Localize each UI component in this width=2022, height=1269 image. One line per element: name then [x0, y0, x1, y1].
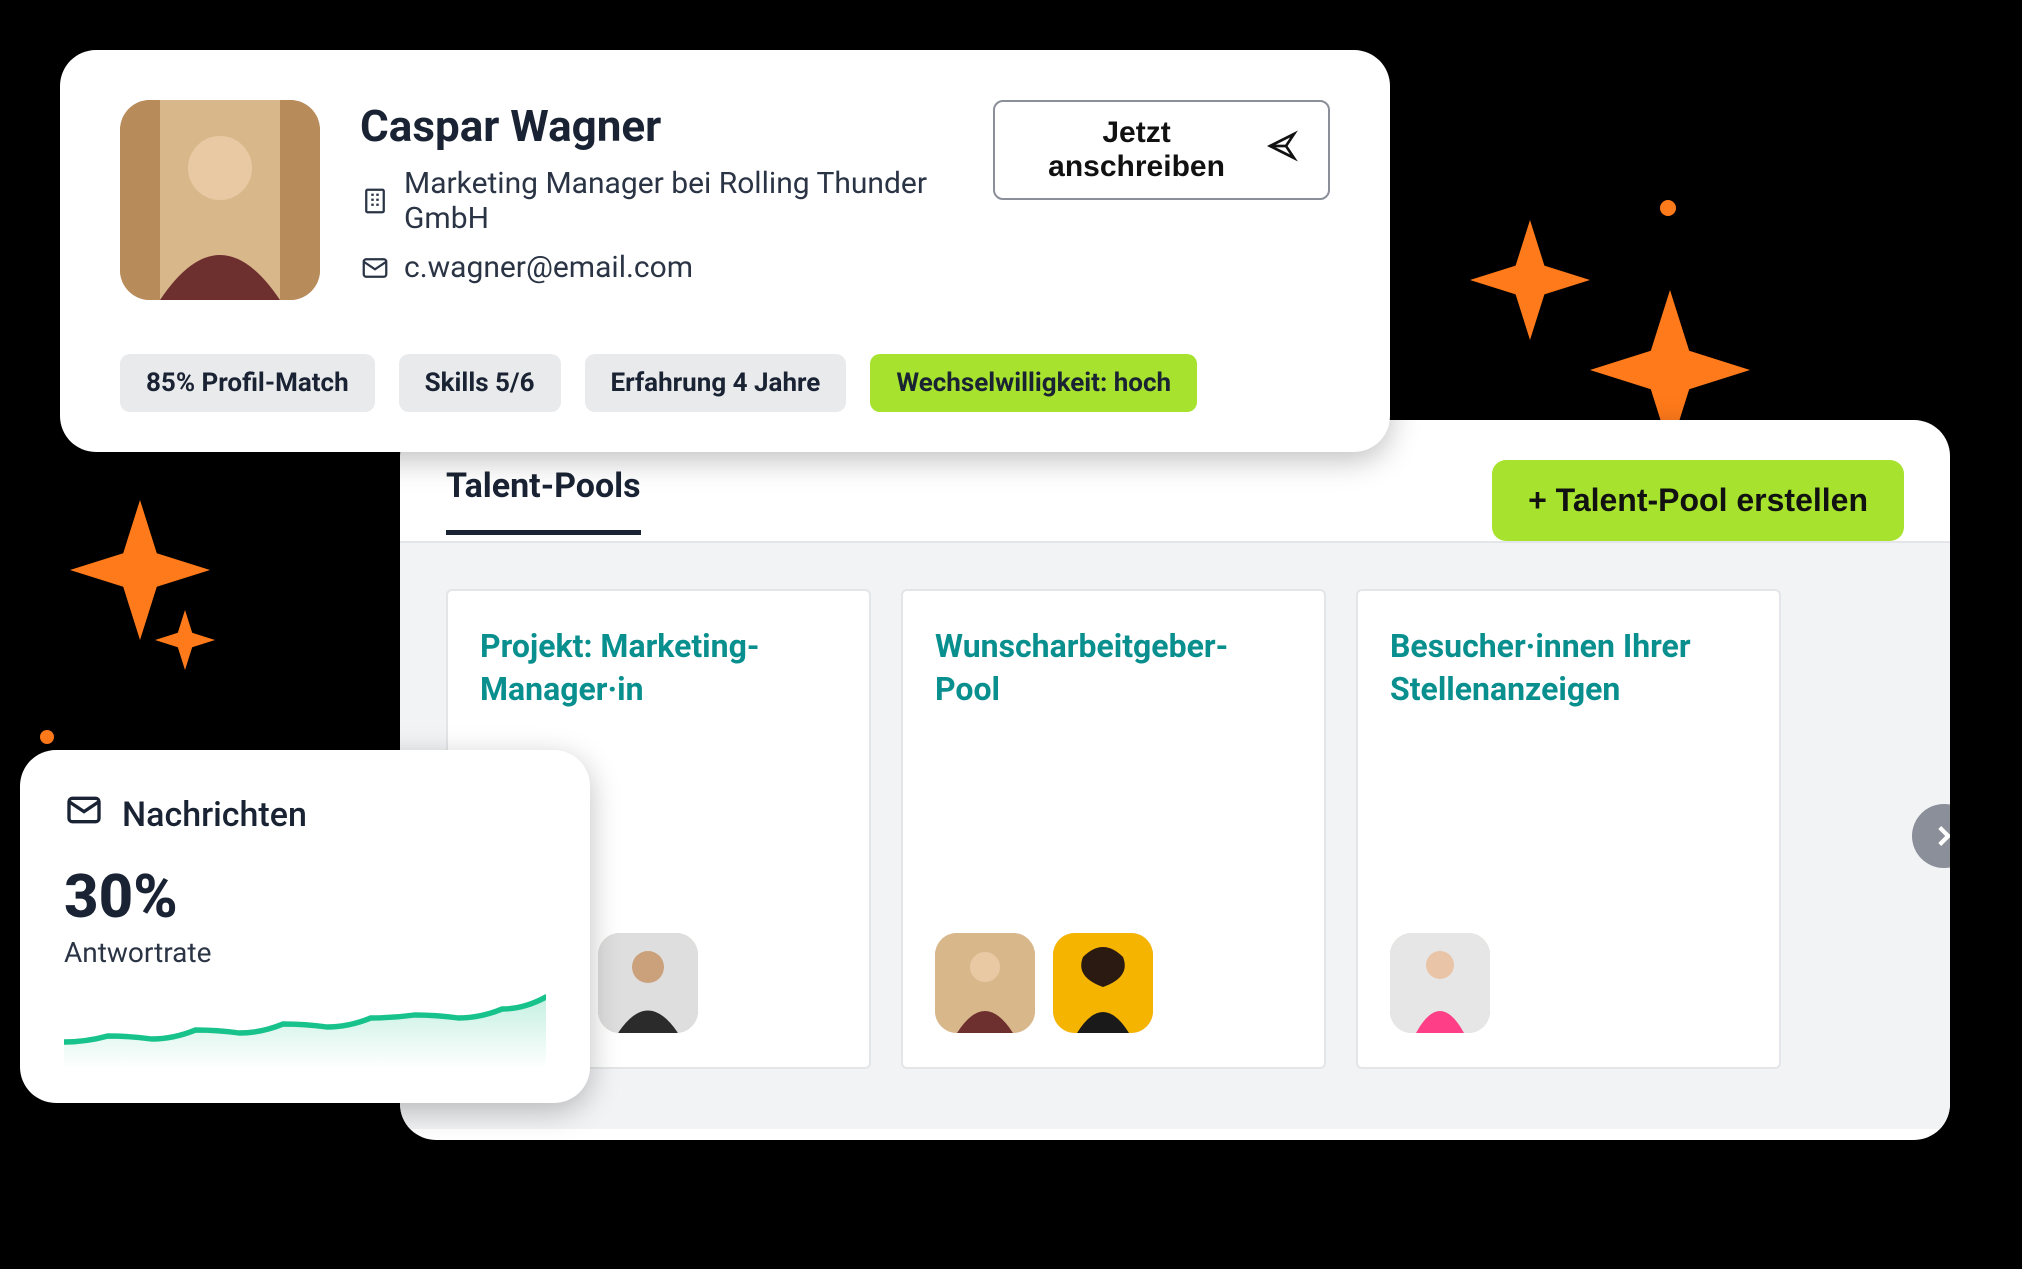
messages-heading: Nachrichten: [122, 795, 307, 835]
contact-button-label: Jetzt anschreiben: [1025, 116, 1248, 184]
response-rate-label: Antwortrate: [64, 936, 546, 969]
response-rate-sparkline: [64, 979, 546, 1069]
building-icon: [360, 186, 390, 216]
talent-pool-list: Projekt: Marketing-Manager·in Wunscharbe…: [400, 543, 1950, 1129]
messages-card: Nachrichten 30% Antwortrate: [20, 750, 590, 1103]
talent-pool-title: Besucher·innen Ihrer Stellenanzeigen: [1390, 625, 1747, 711]
send-icon: [1266, 130, 1298, 170]
avatar: [935, 933, 1035, 1033]
avatar: [1390, 933, 1490, 1033]
talent-pools-panel: Talent-Pools + Talent-Pool erstellen Pro…: [400, 420, 1950, 1140]
mail-icon: [64, 790, 104, 839]
tab-talent-pools[interactable]: Talent-Pools: [446, 466, 641, 535]
talent-pool-title: Wunscharbeitgeber-Pool: [935, 625, 1292, 711]
avatar: [120, 100, 320, 300]
decoration-star-icon: [155, 610, 215, 670]
scroll-next-button[interactable]: [1912, 804, 1950, 868]
response-rate-value: 30%: [64, 861, 546, 932]
talent-pool-card[interactable]: Besucher·innen Ihrer Stellenanzeigen: [1356, 589, 1781, 1069]
decoration-star-icon: [1470, 220, 1590, 340]
contact-button[interactable]: Jetzt anschreiben: [993, 100, 1330, 200]
candidate-profile-card: Caspar Wagner Marketing Manager bei Roll…: [60, 50, 1390, 452]
candidate-email: c.wagner@email.com: [404, 250, 693, 285]
mail-icon: [360, 253, 390, 283]
chip-skills: Skills 5/6: [399, 354, 561, 412]
talent-pool-title: Projekt: Marketing-Manager·in: [480, 625, 837, 711]
create-talent-pool-button[interactable]: + Talent-Pool erstellen: [1492, 460, 1904, 541]
chip-profile-match: 85% Profil-Match: [120, 354, 375, 412]
chip-experience: Erfahrung 4 Jahre: [585, 354, 847, 412]
decoration-dot-icon: [40, 730, 54, 744]
decoration-dot-icon: [1660, 200, 1676, 216]
candidate-role: Marketing Manager bei Rolling Thunder Gm…: [404, 166, 953, 236]
avatar: [598, 933, 698, 1033]
talent-pool-card[interactable]: Wunscharbeitgeber-Pool: [901, 589, 1326, 1069]
candidate-name: Caspar Wagner: [360, 100, 953, 152]
avatar: [1053, 933, 1153, 1033]
chip-willingness: Wechselwilligkeit: hoch: [870, 354, 1197, 412]
